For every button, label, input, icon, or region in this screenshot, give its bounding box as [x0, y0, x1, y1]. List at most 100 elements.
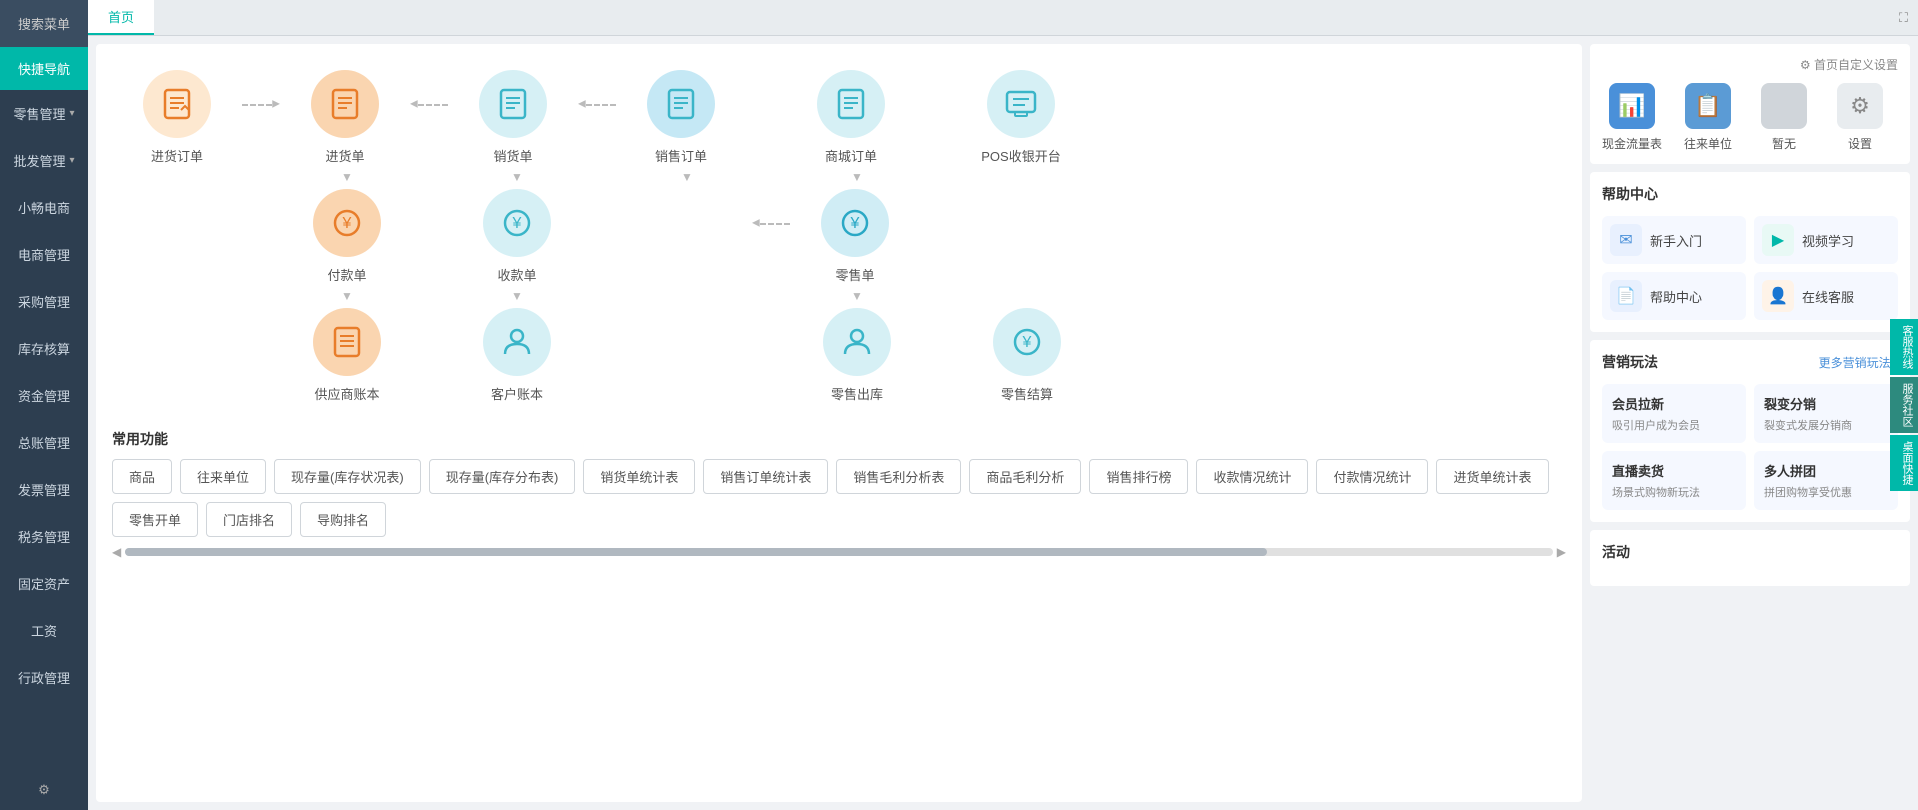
down-arrow-shangcheng: ▼	[851, 165, 863, 189]
func-btn-13[interactable]: 门店排名	[206, 502, 292, 537]
qa-icon-3[interactable]: ⚙设置	[1830, 83, 1890, 152]
qa-icon-0[interactable]: 📊 现金流量表	[1602, 83, 1662, 152]
help-item-1[interactable]: ▶视频学习	[1754, 216, 1898, 264]
sidebar-item-10[interactable]: 固定资产	[0, 560, 88, 607]
sidebar-settings-icon[interactable]: ⚙	[0, 770, 88, 810]
flow-node-shangcheng-dingdan[interactable]: 商城订单	[786, 70, 916, 165]
float-kefu[interactable]: 客服热线	[1890, 319, 1918, 375]
sidebar-item-3[interactable]: 电商管理	[0, 231, 88, 278]
flow-node-jinhuo-dan[interactable]: 进货单	[280, 70, 410, 165]
sidebar-item-8[interactable]: 发票管理	[0, 466, 88, 513]
func-btn-8[interactable]: 销售排行榜	[1089, 459, 1188, 494]
down-connector-shangcheng: ▼	[792, 165, 922, 189]
xiaohuo-dan-icon	[479, 70, 547, 138]
lingshou-jiesuan-icon: ¥	[993, 308, 1061, 376]
sidebar-arrow-1: ▾	[69, 155, 74, 166]
down-arrow-jinhuo: ▼	[341, 165, 353, 189]
svg-text:¥: ¥	[342, 215, 352, 232]
func-btn-7[interactable]: 商品毛利分析	[969, 459, 1081, 494]
qa-icon-1[interactable]: 📋往来单位	[1678, 83, 1738, 152]
func-btn-0[interactable]: 商品	[112, 459, 172, 494]
flow-node-fukuan[interactable]: ¥ 付款单	[282, 189, 412, 284]
marketing-item-1[interactable]: 裂变分销裂变式发展分销商	[1754, 384, 1898, 443]
search-menu-button[interactable]: 搜索菜单	[0, 0, 88, 47]
func-btn-2[interactable]: 现存量(库存状况表)	[274, 459, 421, 494]
func-btn-4[interactable]: 销货单统计表	[583, 459, 695, 494]
func-btn-6[interactable]: 销售毛利分析表	[836, 459, 961, 494]
help-item-3[interactable]: 👤在线客服	[1754, 272, 1898, 320]
marketing-item-3[interactable]: 多人拼团拼团购物享受优惠	[1754, 451, 1898, 510]
sidebar-item-2[interactable]: 小畅电商	[0, 184, 88, 231]
xiaohuo-dan-label: 销货单	[493, 146, 532, 165]
func-btn-3[interactable]: 现存量(库存分布表)	[429, 459, 576, 494]
func-btn-10[interactable]: 付款情况统计	[1316, 459, 1428, 494]
marketing-grid: 会员拉新吸引用户成为会员裂变分销裂变式发展分销商直播卖货场景式购物新玩法多人拼团…	[1602, 384, 1898, 510]
func-btn-11[interactable]: 进货单统计表	[1436, 459, 1548, 494]
flow-node-pos[interactable]: POS收银开台	[956, 70, 1086, 165]
func-btn-14[interactable]: 导购排名	[300, 502, 386, 537]
flow-node-gongyingshang[interactable]: 供应商账本	[282, 308, 412, 403]
marketing-title-0: 会员拉新	[1612, 394, 1736, 413]
expand-button[interactable]: ⛶	[1889, 0, 1918, 35]
gongyingshang-icon	[313, 308, 381, 376]
shangcheng-dingdan-label: 商城订单	[825, 146, 877, 165]
qa-icon-label-1: 往来单位	[1684, 135, 1732, 152]
down-connector-xiaoshou: ▼	[622, 165, 752, 189]
more-marketing-link[interactable]: 更多营销玩法 ›	[1819, 354, 1898, 371]
jinhuo-dingdan-icon	[143, 70, 211, 138]
marketing-item-0[interactable]: 会员拉新吸引用户成为会员	[1602, 384, 1746, 443]
help-icon-3: 👤	[1762, 280, 1794, 312]
func-btn-9[interactable]: 收款情况统计	[1196, 459, 1308, 494]
func-buttons: 商品往来单位现存量(库存状况表)现存量(库存分布表)销货单统计表销售订单统计表销…	[112, 459, 1566, 537]
left-panel: 进货订单 进货单	[96, 44, 1582, 802]
sidebar-item-7[interactable]: 总账管理	[0, 419, 88, 466]
content-area: 进货订单 进货单	[88, 36, 1918, 810]
scroll-right-arrow[interactable]: ▶	[1557, 545, 1566, 559]
jinhuo-dingdan-label: 进货订单	[151, 146, 203, 165]
flow-node-lingshou-jiesuan[interactable]: ¥ 零售结算	[962, 308, 1092, 403]
sidebar-item-4[interactable]: 采购管理	[0, 278, 88, 325]
flow-node-xiaoshou-dingdan[interactable]: 销售订单	[616, 70, 746, 165]
qa-icon-box-0: 📊	[1609, 83, 1655, 129]
help-item-0[interactable]: ✉新手入门	[1602, 216, 1746, 264]
sidebar-item-5[interactable]: 库存核算	[0, 325, 88, 372]
func-btn-12[interactable]: 零售开单	[112, 502, 198, 537]
flow-node-shoukuan[interactable]: ¥ 收款单	[452, 189, 582, 284]
qa-icon-label-0: 现金流量表	[1602, 135, 1662, 152]
lingshou-dan-label: 零售单	[835, 265, 874, 284]
sidebar-item-12[interactable]: 行政管理	[0, 654, 88, 701]
flow-node-xiaohuo-dan[interactable]: 销货单	[448, 70, 578, 165]
sidebar-item-9[interactable]: 税务管理	[0, 513, 88, 560]
homepage-settings-link[interactable]: ⚙ 首页自定义设置	[1800, 56, 1898, 73]
help-label-0: 新手入门	[1650, 231, 1702, 250]
func-btn-5[interactable]: 销售订单统计表	[703, 459, 828, 494]
marketing-item-2[interactable]: 直播卖货场景式购物新玩法	[1602, 451, 1746, 510]
activity-title: 活动	[1602, 542, 1898, 562]
help-label-2: 帮助中心	[1650, 287, 1702, 306]
svg-text:¥: ¥	[850, 215, 860, 232]
scroll-track[interactable]	[125, 548, 1553, 556]
float-service[interactable]: 服务社区	[1890, 377, 1918, 433]
flow-node-jinhuo-dingdan[interactable]: 进货订单	[112, 70, 242, 165]
sidebar-item-11[interactable]: 工资	[0, 607, 88, 654]
quick-nav-button[interactable]: 快捷导航	[0, 47, 88, 90]
qa-header: ⚙ 首页自定义设置	[1602, 56, 1898, 73]
qa-icon-box-3: ⚙	[1837, 83, 1883, 129]
flow-node-kehu[interactable]: 客户账本	[452, 308, 582, 403]
svg-text:¥: ¥	[512, 215, 522, 232]
float-desktop[interactable]: 桌面快捷	[1890, 435, 1918, 491]
right-panel: ⚙ 首页自定义设置 📊 现金流量表 📋往来单位暂无 ⚙设置 帮助中心 ✉新手入门▶视频…	[1590, 44, 1910, 802]
help-item-2[interactable]: 📄 帮助中心	[1602, 272, 1746, 320]
qa-icon-2[interactable]: 暂无	[1754, 83, 1814, 152]
marketing-desc-0: 吸引用户成为会员	[1612, 417, 1736, 433]
flow-node-lingshou-chuku[interactable]: 零售出库	[792, 308, 922, 403]
scroll-left-arrow[interactable]: ◀	[112, 545, 121, 559]
help-icon-2: 📄	[1610, 280, 1642, 312]
lingshou-chuku-label: 零售出库	[831, 384, 883, 403]
sidebar-item-0[interactable]: 零售管理▾	[0, 90, 88, 137]
flow-node-lingshou-dan[interactable]: ¥ 零售单	[790, 189, 920, 284]
tab-home[interactable]: 首页	[88, 0, 154, 35]
sidebar-item-6[interactable]: 资金管理	[0, 372, 88, 419]
sidebar-item-1[interactable]: 批发管理▾	[0, 137, 88, 184]
func-btn-1[interactable]: 往来单位	[180, 459, 266, 494]
